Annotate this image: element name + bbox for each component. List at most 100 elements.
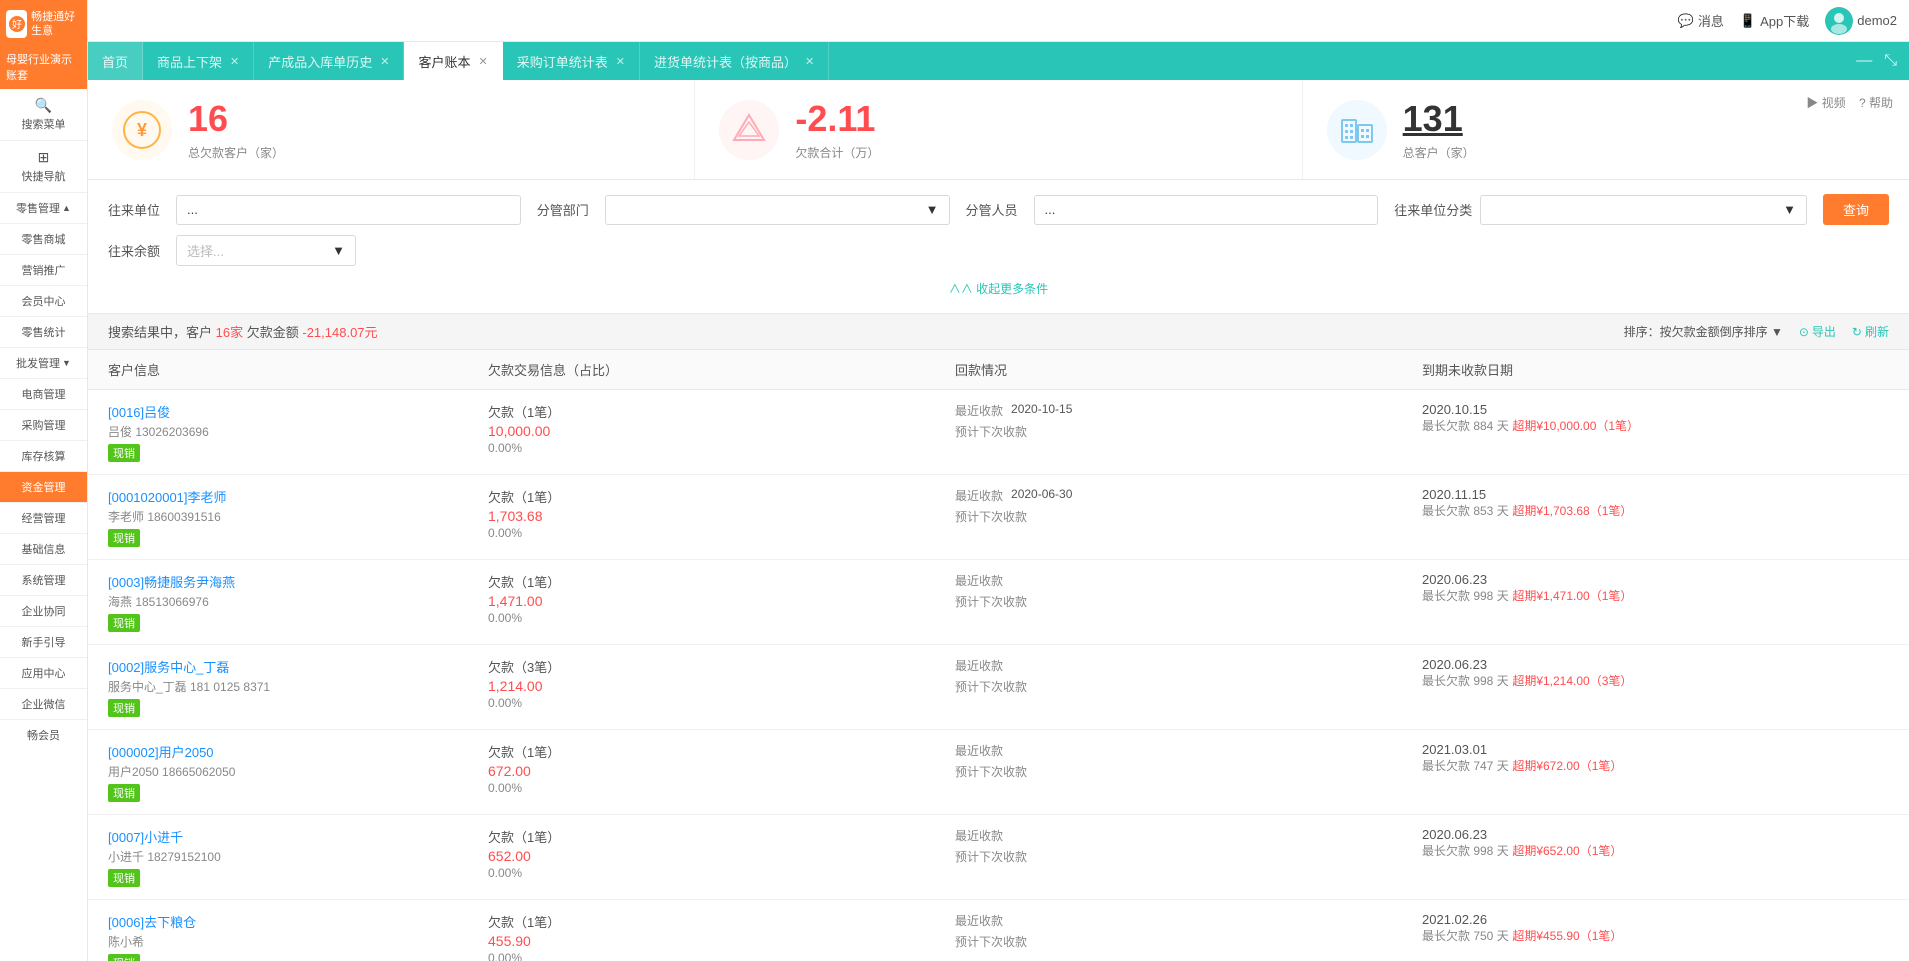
due-days-4: 最长欠款 747 天 — [1422, 759, 1509, 773]
sidebar-item-batch-mgmt[interactable]: 批发管理 ▼ — [0, 348, 87, 379]
tab-product-history-label: 产成品入库单历史 — [268, 52, 372, 71]
payback-info-3: 最近收款 预计下次收款 — [955, 657, 1422, 695]
tabs-expand-btn[interactable]: ⤡ — [1880, 50, 1901, 72]
customer-name-1[interactable]: [0001020001]李老师 — [108, 490, 227, 505]
tab-product-history[interactable]: 产成品入库单历史 ✕ — [254, 42, 404, 80]
tab-customer-account-close[interactable]: ✕ — [479, 55, 488, 68]
sidebar-item-label-vip: 畅会员 — [27, 730, 60, 742]
overdue-link-1[interactable]: 超期¥1,703.68（1笔） — [1512, 504, 1632, 518]
tab-purchase-stats[interactable]: 进货单统计表（按商品） ✕ — [640, 42, 829, 80]
overdue-link-2[interactable]: 超期¥1,471.00（1笔） — [1512, 589, 1632, 603]
customer-name-2[interactable]: [0003]畅捷服务尹海燕 — [108, 575, 235, 590]
due-date-4: 2021.03.01 — [1422, 742, 1889, 757]
filter-category-select[interactable]: ▼ — [1480, 195, 1807, 225]
customer-name-5[interactable]: [0007]小进千 — [108, 830, 183, 845]
tab-purchase-order-close[interactable]: ✕ — [616, 55, 625, 68]
sidebar-item-retail-shop[interactable]: 零售商城 — [0, 224, 87, 255]
sidebar-item-app-center[interactable]: 应用中心 — [0, 658, 87, 689]
sidebar-item-system[interactable]: 系统管理 — [0, 565, 87, 596]
customer-info-2: [0003]畅捷服务尹海燕 海燕 18513066976 现销 — [108, 572, 488, 632]
overdue-link-6[interactable]: 超期¥455.90（1笔） — [1512, 929, 1622, 943]
sidebar-item-label-ecommerce: 电商管理 — [22, 389, 66, 401]
export-label: 导出 — [1812, 323, 1836, 340]
topbar-right: 💬 消息 📱 App下载 demo2 — [1678, 7, 1897, 35]
recent-label-4: 最近收款 — [955, 742, 1003, 759]
sidebar-item-purchase[interactable]: 采购管理 — [0, 410, 87, 441]
overdue-link-4[interactable]: 超期¥672.00（1笔） — [1512, 759, 1622, 773]
refresh-btn[interactable]: ↻ 刷新 — [1852, 323, 1889, 340]
payback-info-5: 最近收款 预计下次收款 — [955, 827, 1422, 865]
sidebar-item-guide[interactable]: 新手引导 — [0, 627, 87, 658]
sort-text: 排序：按欠款金额倒序排序 — [1624, 325, 1768, 339]
col-header-customer: 客户信息 — [108, 360, 488, 379]
filter-row-1: 往来单位 ... 分管部门 ▼ 分管人员 — [108, 194, 1889, 225]
filter-staff-input[interactable]: ... — [1034, 195, 1379, 225]
tab-home[interactable]: 首页 — [88, 42, 143, 80]
sidebar-item-basic-info[interactable]: 基础信息 — [0, 534, 87, 565]
batch-chevron-icon: ▼ — [62, 358, 71, 368]
customer-name-0[interactable]: [0016]吕俊 — [108, 405, 170, 420]
sidebar-item-wechat[interactable]: 企业微信 — [0, 689, 87, 720]
message-btn[interactable]: 💬 消息 — [1678, 11, 1724, 30]
video-btn[interactable]: ▶ 视频 — [1806, 96, 1849, 110]
sidebar-item-inventory[interactable]: 库存核算 — [0, 441, 87, 472]
sidebar-item-label-basic-info: 基础信息 — [22, 544, 66, 556]
app-download-btn[interactable]: 📱 App下载 — [1740, 11, 1809, 30]
tab-customer-account[interactable]: 客户账本 ✕ — [404, 42, 502, 80]
sidebar-item-label-batch-mgmt: 批发管理 — [16, 355, 60, 371]
results-amount: -21,148.07元 — [302, 325, 377, 340]
next-label-5: 预计下次收款 — [955, 848, 1422, 865]
export-btn[interactable]: ⊙ 导出 — [1799, 323, 1836, 340]
filter-dept-select[interactable]: ▼ — [605, 195, 950, 225]
sidebar-item-enterprise[interactable]: 企业协同 — [0, 596, 87, 627]
customer-name-6[interactable]: [0006]去下粮仓 — [108, 915, 196, 930]
sidebar-item-label-search: 搜索菜单 — [6, 116, 81, 132]
next-label-6: 预计下次收款 — [955, 933, 1422, 950]
recent-label-2: 最近收款 — [955, 572, 1003, 589]
sidebar-item-quick-nav[interactable]: ⊞ 快捷导航 — [0, 141, 87, 193]
debt-info-3: 欠款（3笔） 1,214.00 0.00% — [488, 657, 955, 710]
tab-purchase-order-label: 采购订单统计表 — [517, 52, 608, 71]
debt-count-3: 欠款（3笔） — [488, 657, 955, 676]
debt-amount-2: 1,471.00 — [488, 593, 955, 609]
tab-product-off[interactable]: 商品上下架 ✕ — [143, 42, 254, 80]
refresh-icon: ↻ — [1852, 325, 1862, 339]
tabs-collapse-btn[interactable]: — — [1852, 50, 1876, 72]
sidebar-item-vip[interactable]: 畅会员 — [0, 720, 87, 750]
sidebar-item-ecommerce[interactable]: 电商管理 — [0, 379, 87, 410]
collapse-btn[interactable]: ∧∧ 收起更多条件 — [108, 276, 1889, 305]
debt-count-6: 欠款（1笔） — [488, 912, 955, 931]
payback-info-1: 最近收款 2020-06-30 预计下次收款 — [955, 487, 1422, 525]
customer-info-5: [0007]小进千 小进千 18279152100 现销 — [108, 827, 488, 887]
sidebar-item-marketing[interactable]: 营销推广 — [0, 255, 87, 286]
overdue-link-3[interactable]: 超期¥1,214.00（3笔） — [1512, 674, 1632, 688]
help-btn[interactable]: ? 帮助 — [1859, 96, 1893, 110]
filter-supplier-input[interactable]: ... — [176, 195, 521, 225]
logo-text: 畅捷通好生意 — [31, 10, 81, 39]
overdue-link-5[interactable]: 超期¥652.00（1笔） — [1512, 844, 1622, 858]
filter-balance-select[interactable]: 选择... ▼ — [176, 235, 356, 266]
due-days-1: 最长欠款 853 天 — [1422, 504, 1509, 518]
sidebar-item-member[interactable]: 会员中心 — [0, 286, 87, 317]
results-actions: 排序：按欠款金额倒序排序 ▼ ⊙ 导出 ↻ 刷新 — [1624, 323, 1889, 340]
sidebar-item-search[interactable]: 🔍 搜索菜单 — [0, 89, 87, 141]
customer-info-0: [0016]吕俊 吕俊 13026203696 现销 — [108, 402, 488, 462]
tab-purchase-order[interactable]: 采购订单统计表 ✕ — [503, 42, 640, 80]
filter-balance: 往来余额 选择... ▼ — [108, 235, 1889, 266]
sidebar-item-finance[interactable]: 资金管理 — [0, 472, 87, 503]
tab-product-history-close[interactable]: ✕ — [380, 55, 389, 68]
table-header: 客户信息 欠款交易信息（占比） 回款情况 到期未收款日期 — [88, 350, 1909, 390]
sidebar-item-retail-mgmt[interactable]: 零售管理 ▲ — [0, 193, 87, 224]
filter-supplier: 往来单位 ... — [108, 195, 521, 225]
tab-purchase-stats-close[interactable]: ✕ — [805, 55, 814, 68]
search-button[interactable]: 查询 — [1823, 194, 1889, 225]
user-profile[interactable]: demo2 — [1825, 7, 1897, 35]
recent-label-3: 最近收款 — [955, 657, 1003, 674]
sidebar-item-retail-stats[interactable]: 零售统计 — [0, 317, 87, 348]
sidebar-item-operations[interactable]: 经营管理 — [0, 503, 87, 534]
overdue-link-0[interactable]: 超期¥10,000.00（1笔） — [1512, 419, 1639, 433]
stat-icon-customers: ¥ — [112, 100, 172, 160]
customer-name-3[interactable]: [0002]服务中心_丁磊 — [108, 660, 229, 675]
tab-product-off-close[interactable]: ✕ — [230, 55, 239, 68]
customer-name-4[interactable]: [000002]用户2050 — [108, 745, 214, 760]
